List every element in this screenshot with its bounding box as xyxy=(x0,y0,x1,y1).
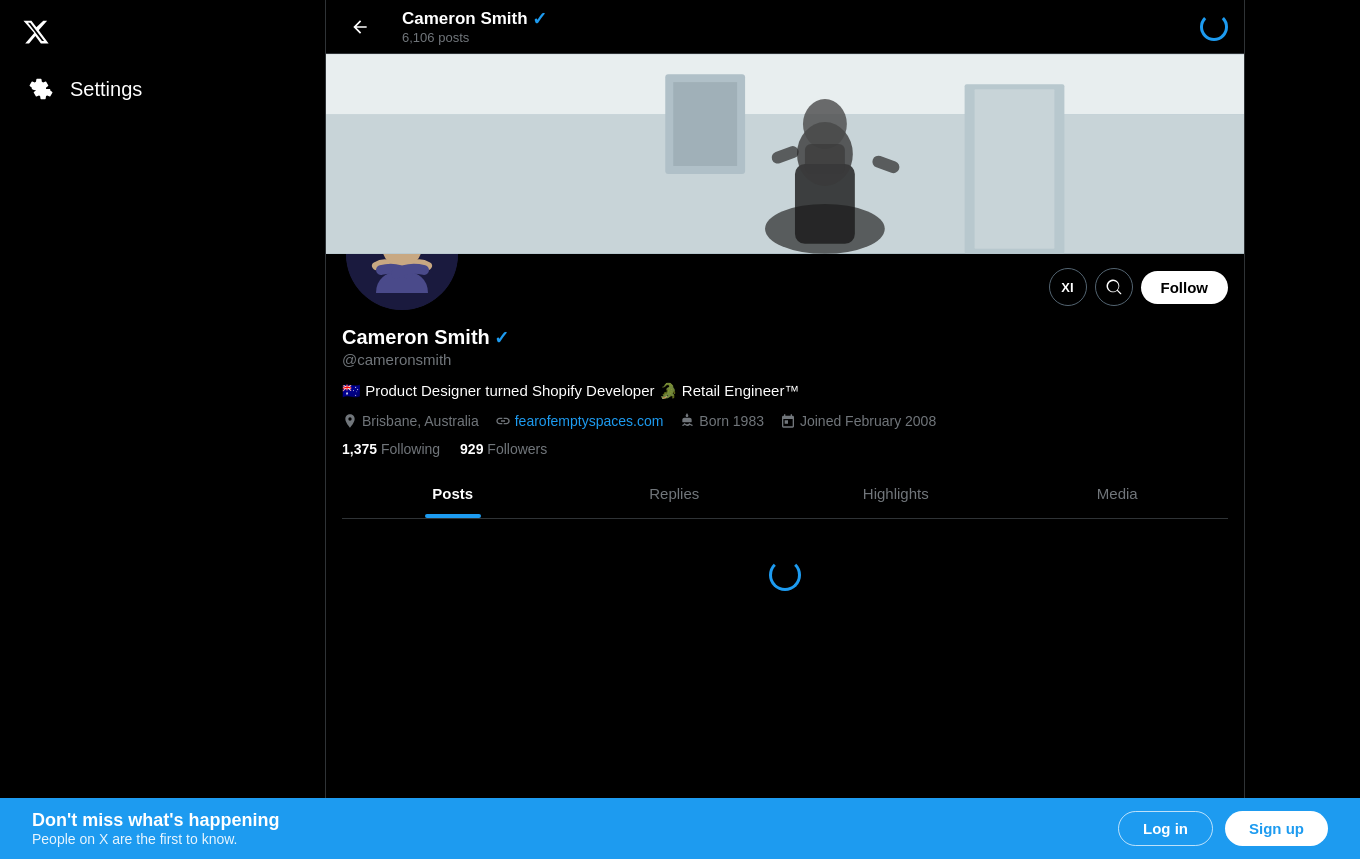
right-panel xyxy=(1245,0,1360,859)
followers-label: Followers xyxy=(487,441,547,457)
xi-label: XI xyxy=(1061,280,1073,295)
born-text: Born 1983 xyxy=(699,413,764,429)
born-meta: Born 1983 xyxy=(679,413,764,429)
posts-loading-area xyxy=(342,519,1228,631)
x-logo-icon xyxy=(22,18,50,46)
back-arrow-icon xyxy=(350,17,370,37)
profile-name: Cameron Smith ✓ xyxy=(342,326,1228,349)
location-text: Brisbane, Australia xyxy=(362,413,479,429)
search-icon xyxy=(1105,278,1123,296)
main-content: Cameron Smith ✓ 6,106 posts xyxy=(325,0,1245,859)
bottom-bar-actions: Log in Sign up xyxy=(1118,811,1328,846)
website-link[interactable]: fearofemptyspaces.com xyxy=(515,413,664,429)
profile-body: XI Follow Cameron Smith ✓ @cameronsmith … xyxy=(326,194,1244,631)
following-stat[interactable]: 1,375 Following xyxy=(342,441,440,457)
header-profile-info: Cameron Smith ✓ 6,106 posts xyxy=(402,8,1176,45)
profile-handle: @cameronsmith xyxy=(342,351,1228,368)
x-logo-button[interactable] xyxy=(12,8,60,56)
profile-banner xyxy=(326,54,1244,254)
follow-button[interactable]: Follow xyxy=(1141,271,1229,304)
profile-meta: Brisbane, Australia fearofemptyspaces.co… xyxy=(342,413,1228,429)
header-name: Cameron Smith ✓ xyxy=(402,8,1176,30)
tab-replies[interactable]: Replies xyxy=(564,469,786,518)
gear-icon xyxy=(28,76,54,102)
tab-highlights[interactable]: Highlights xyxy=(785,469,1007,518)
bottom-bar-title: Don't miss what's happening xyxy=(32,810,280,831)
header-verified-badge: ✓ xyxy=(532,8,547,30)
joined-text: Joined February 2008 xyxy=(800,413,936,429)
profile-bio: 🇦🇺 Product Designer turned Shopify Devel… xyxy=(342,380,1228,401)
sidebar: Settings xyxy=(0,0,325,859)
followers-stat[interactable]: 929 Followers xyxy=(460,441,547,457)
settings-label: Settings xyxy=(70,78,142,101)
calendar-icon xyxy=(780,413,796,429)
tab-media[interactable]: Media xyxy=(1007,469,1229,518)
location-meta: Brisbane, Australia xyxy=(342,413,479,429)
birthday-icon xyxy=(679,413,695,429)
link-icon xyxy=(495,413,511,429)
login-button[interactable]: Log in xyxy=(1118,811,1213,846)
bottom-bar: Don't miss what's happening People on X … xyxy=(0,798,1360,859)
back-button[interactable] xyxy=(342,9,378,45)
profile-verified-badge: ✓ xyxy=(494,327,509,349)
bottom-bar-text: Don't miss what's happening People on X … xyxy=(32,810,280,847)
location-icon xyxy=(342,413,358,429)
bottom-bar-subtitle: People on X are the first to know. xyxy=(32,831,280,847)
tab-posts[interactable]: Posts xyxy=(342,469,564,518)
xi-icon-button[interactable]: XI xyxy=(1049,268,1087,306)
profile-tabs: Posts Replies Highlights Media xyxy=(342,469,1228,519)
profile-stats: 1,375 Following 929 Followers xyxy=(342,441,1228,457)
joined-meta: Joined February 2008 xyxy=(780,413,936,429)
posts-loading-spinner xyxy=(769,559,801,591)
followers-count: 929 xyxy=(460,441,483,457)
header-name-text: Cameron Smith xyxy=(402,9,528,29)
following-count: 1,375 xyxy=(342,441,377,457)
website-meta[interactable]: fearofemptyspaces.com xyxy=(495,413,664,429)
header-right xyxy=(1200,13,1228,41)
svg-rect-2 xyxy=(326,54,1244,114)
banner-image xyxy=(326,54,1244,254)
profile-name-text: Cameron Smith xyxy=(342,326,490,349)
svg-rect-4 xyxy=(975,89,1055,249)
signup-button[interactable]: Sign up xyxy=(1225,811,1328,846)
header-posts-count: 6,106 posts xyxy=(402,30,1176,45)
profile-header-bar: Cameron Smith ✓ 6,106 posts xyxy=(326,0,1244,54)
action-buttons: XI Follow xyxy=(1049,268,1229,314)
sidebar-item-settings[interactable]: Settings xyxy=(12,64,313,114)
svg-rect-6 xyxy=(673,82,737,166)
search-icon-button[interactable] xyxy=(1095,268,1133,306)
header-loading-spinner xyxy=(1200,13,1228,41)
following-label: Following xyxy=(381,441,440,457)
svg-point-10 xyxy=(803,99,847,149)
banner-illustration xyxy=(326,54,1244,254)
svg-rect-11 xyxy=(805,144,845,174)
